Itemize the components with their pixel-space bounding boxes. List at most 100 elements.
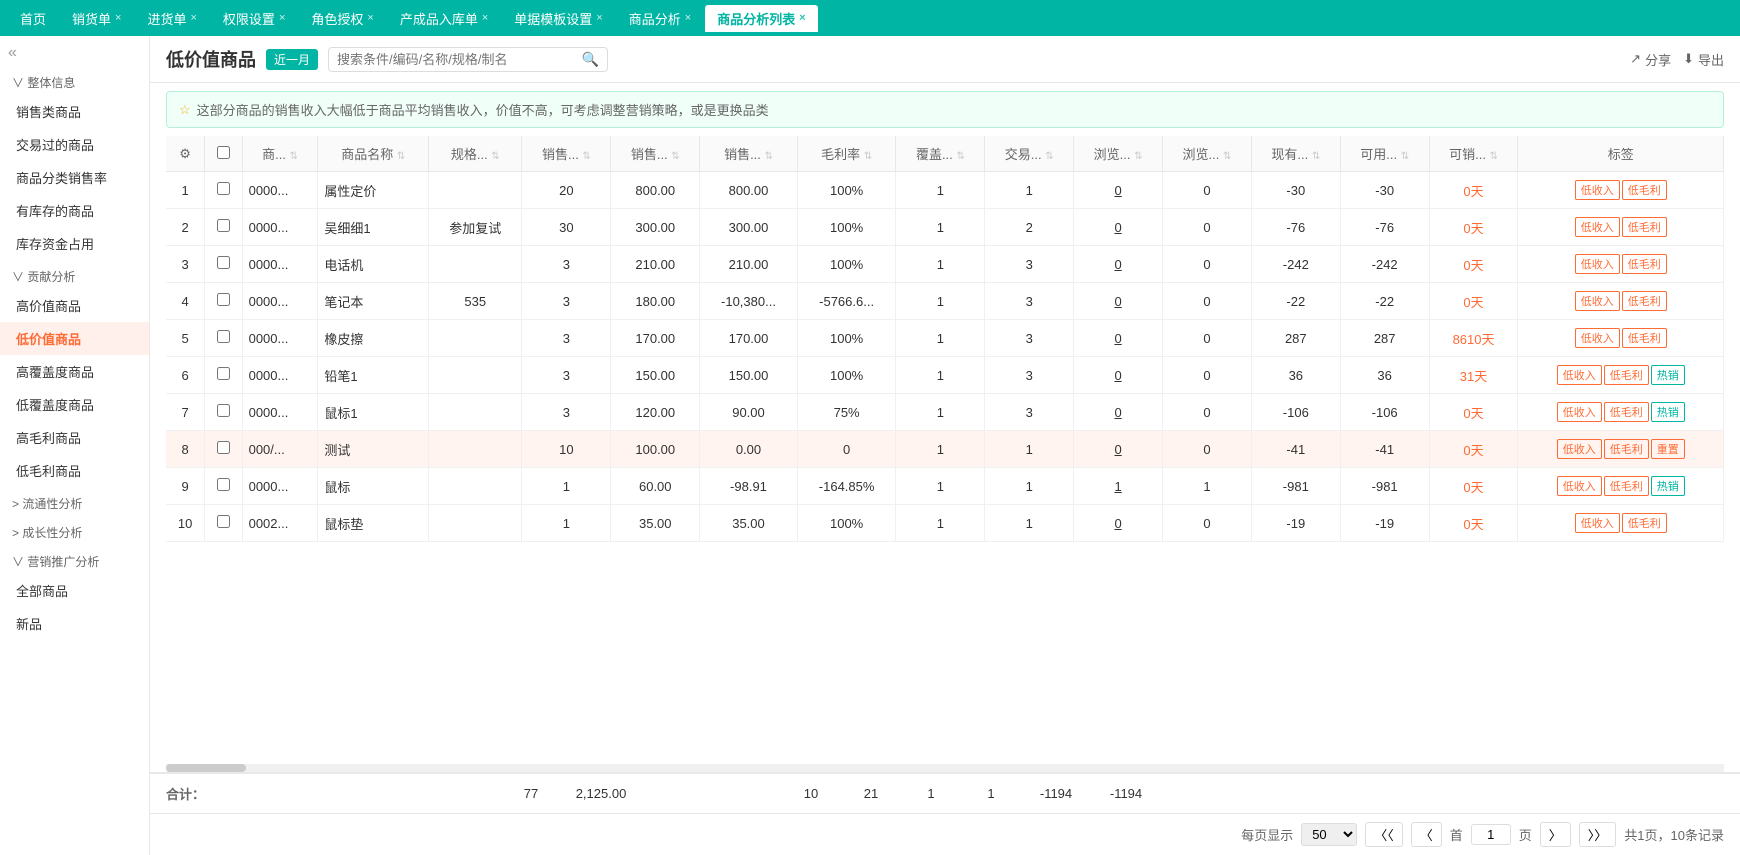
nav-role-auth[interactable]: 角色授权 × [299, 5, 385, 32]
col-checkbox[interactable] [205, 136, 242, 172]
nav-close-icon[interactable]: × [190, 12, 196, 24]
col-saleable[interactable]: 可销... ⇅ [1429, 136, 1518, 172]
col-available[interactable]: 可用... ⇅ [1340, 136, 1429, 172]
nav-product-analysis-list[interactable]: 商品分析列表 × [705, 5, 817, 32]
sidebar-group-flow[interactable]: > 流通性分析 [0, 487, 149, 516]
nav-home[interactable]: 首页 [8, 5, 58, 32]
browse-link[interactable]: 0 [1114, 294, 1121, 309]
browse-link[interactable]: 0 [1114, 368, 1121, 383]
nav-close-icon[interactable]: × [596, 12, 602, 24]
row-select[interactable] [217, 478, 230, 491]
col-browse1[interactable]: 浏览... ⇅ [1074, 136, 1163, 172]
row-checkbox[interactable] [205, 431, 242, 468]
sidebar-item-stock-products[interactable]: 有库存的商品 [0, 194, 149, 227]
row-select[interactable] [217, 367, 230, 380]
product-tag: 低收入 [1575, 291, 1620, 311]
row-checkbox[interactable] [205, 505, 242, 542]
export-button[interactable]: ⬇ 导出 [1683, 50, 1724, 69]
col-sales-qty[interactable]: 销售... ⇅ [522, 136, 611, 172]
nav-close-icon[interactable]: × [482, 12, 488, 24]
sidebar-group-growth[interactable]: > 成长性分析 [0, 516, 149, 545]
share-button[interactable]: ↗ 分享 [1630, 50, 1671, 69]
page-size-select[interactable]: 50 100 [1301, 823, 1357, 846]
nav-product-analysis[interactable]: 商品分析 × [617, 5, 703, 32]
col-current-stock[interactable]: 现有... ⇅ [1251, 136, 1340, 172]
browse-link[interactable]: 0 [1114, 183, 1121, 198]
row-select[interactable] [217, 404, 230, 417]
sidebar-item-new-products[interactable]: 新品 [0, 607, 149, 640]
footer-spacer3 [421, 782, 501, 805]
nav-purchase[interactable]: 进货单 × [135, 5, 208, 32]
next-page-button[interactable]: 〉 [1540, 822, 1571, 847]
row-select[interactable] [217, 515, 230, 528]
sidebar-item-low-margin[interactable]: 低毛利商品 [0, 454, 149, 487]
date-range-tag[interactable]: 近一月 [266, 49, 318, 70]
sidebar-item-stock-capital[interactable]: 库存资金占用 [0, 227, 149, 260]
row-checkbox[interactable] [205, 394, 242, 431]
col-browse2[interactable]: 浏览... ⇅ [1163, 136, 1252, 172]
browse-link[interactable]: 0 [1114, 442, 1121, 457]
browse-link[interactable]: 0 [1114, 331, 1121, 346]
sidebar-item-high-coverage[interactable]: 高覆盖度商品 [0, 355, 149, 388]
row-saleable: 0天 [1429, 172, 1518, 209]
search-icon[interactable]: 🔍 [582, 51, 599, 68]
sidebar-item-low-value[interactable]: 低价值商品 [0, 322, 149, 355]
nav-close-icon[interactable]: × [685, 12, 691, 24]
browse-link[interactable]: 0 [1114, 257, 1121, 272]
prev-page-button[interactable]: 〈 [1411, 822, 1442, 847]
col-transaction[interactable]: 交易... ⇅ [985, 136, 1074, 172]
sidebar-item-category-rate[interactable]: 商品分类销售率 [0, 161, 149, 194]
row-checkbox[interactable] [205, 320, 242, 357]
row-select[interactable] [217, 293, 230, 306]
horizontal-scrollbar[interactable] [166, 764, 1724, 772]
row-select[interactable] [217, 219, 230, 232]
table-row: 10 0002... 鼠标垫 1 35.00 35.00 100% 1 1 0 … [166, 505, 1724, 542]
row-select[interactable] [217, 330, 230, 343]
row-select[interactable] [217, 182, 230, 195]
col-code[interactable]: 商... ⇅ [242, 136, 318, 172]
sidebar-item-high-value[interactable]: 高价值商品 [0, 289, 149, 322]
col-name[interactable]: 商品名称 ⇅ [318, 136, 429, 172]
scrollbar-thumb[interactable] [166, 764, 246, 772]
col-sales-amount[interactable]: 销售... ⇅ [611, 136, 700, 172]
nav-close-icon[interactable]: × [799, 12, 805, 24]
collapse-button[interactable]: « [8, 44, 17, 62]
col-settings[interactable]: ⚙ [166, 136, 205, 172]
product-tag: 低毛利 [1622, 180, 1667, 200]
row-checkbox[interactable] [205, 209, 242, 246]
page-number-input[interactable] [1471, 824, 1511, 845]
col-spec[interactable]: 规格... ⇅ [429, 136, 522, 172]
row-num: 8 [166, 431, 205, 468]
row-checkbox[interactable] [205, 468, 242, 505]
nav-finished-goods[interactable]: 产成品入库单 × [388, 5, 500, 32]
row-checkbox[interactable] [205, 357, 242, 394]
col-sales-cost[interactable]: 销售... ⇅ [700, 136, 798, 172]
row-checkbox[interactable] [205, 172, 242, 209]
col-gross-rate[interactable]: 毛利率 ⇅ [797, 136, 896, 172]
nav-template[interactable]: 单据模板设置 × [502, 5, 614, 32]
nav-close-icon[interactable]: × [279, 12, 285, 24]
nav-close-icon[interactable]: × [367, 12, 373, 24]
sidebar-item-traded-products[interactable]: 交易过的商品 [0, 128, 149, 161]
row-checkbox[interactable] [205, 246, 242, 283]
row-select[interactable] [217, 441, 230, 454]
row-select[interactable] [217, 256, 230, 269]
browse-link[interactable]: 0 [1114, 516, 1121, 531]
first-page-button[interactable]: 〈〈 [1365, 822, 1403, 847]
sidebar-item-low-coverage[interactable]: 低覆盖度商品 [0, 388, 149, 421]
nav-sales-order[interactable]: 销货单 × [60, 5, 133, 32]
browse-link[interactable]: 0 [1114, 405, 1121, 420]
sidebar-item-high-margin[interactable]: 高毛利商品 [0, 421, 149, 454]
last-page-button[interactable]: 〉〉 [1579, 822, 1617, 847]
nav-close-icon[interactable]: × [115, 12, 121, 24]
browse-link[interactable]: 0 [1114, 220, 1121, 235]
row-checkbox[interactable] [205, 283, 242, 320]
col-coverage[interactable]: 覆盖... ⇅ [896, 136, 985, 172]
nav-permissions[interactable]: 权限设置 × [211, 5, 297, 32]
select-all-checkbox[interactable] [217, 146, 230, 159]
sidebar-item-all-products[interactable]: 全部商品 [0, 574, 149, 607]
browse-link[interactable]: 1 [1114, 479, 1121, 494]
sidebar-item-sales-products[interactable]: 销售类商品 [0, 95, 149, 128]
row-available: -106 [1340, 394, 1429, 431]
search-input[interactable] [337, 52, 576, 67]
